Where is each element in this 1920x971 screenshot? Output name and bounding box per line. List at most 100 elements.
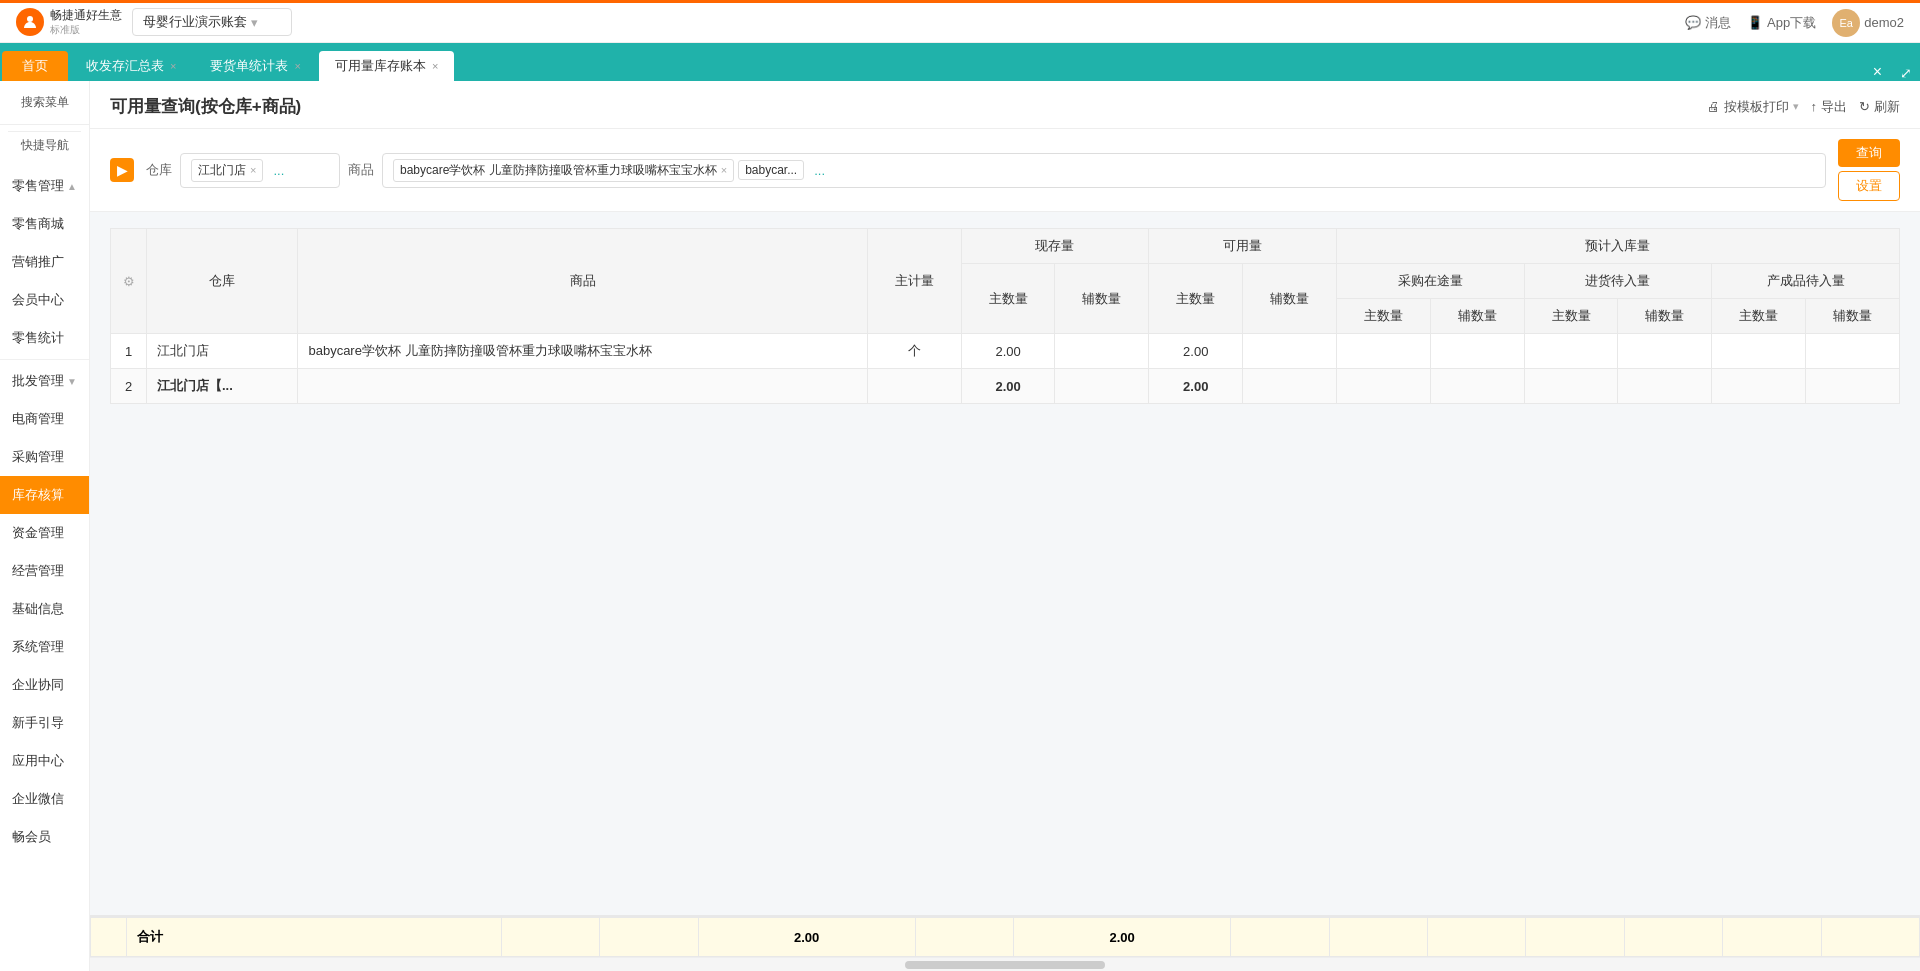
print-button[interactable]: 🖨 按模板打印 ▾ bbox=[1707, 98, 1799, 116]
sidebar-item-batch-mgmt[interactable]: 批发管理 ▼ bbox=[0, 362, 89, 400]
sidebar-item-business[interactable]: 经营管理 bbox=[0, 552, 89, 590]
footer-inbound-aux bbox=[1624, 918, 1722, 957]
scroll-thumb[interactable] bbox=[905, 961, 1105, 969]
row1-available-aux bbox=[1243, 334, 1337, 369]
row1-stock-main: 2.00 bbox=[961, 334, 1055, 369]
th-purchase-sub: 采购在途量 bbox=[1336, 264, 1524, 299]
app-action[interactable]: 📱 App下载 bbox=[1747, 14, 1816, 32]
sidebar-item-zero-stats[interactable]: 零售统计 bbox=[0, 319, 89, 357]
sidebar-item-ecommerce[interactable]: 电商管理 bbox=[0, 400, 89, 438]
th-product-aux: 辅数量 bbox=[1806, 299, 1900, 334]
sidebar-item-finance[interactable]: 资金管理 bbox=[0, 514, 89, 552]
export-button[interactable]: ↑ 导出 bbox=[1811, 98, 1848, 116]
row1-purchase-aux bbox=[1430, 334, 1524, 369]
sidebar-item-purchase[interactable]: 采购管理 bbox=[0, 438, 89, 476]
tab-order-close[interactable]: × bbox=[294, 60, 300, 72]
sidebar-menu: 零售管理 ▲ 零售商城 营销推广 会员中心 零售统计 批发管理 ▼ 电商管理 bbox=[0, 165, 89, 858]
footer-purchase-aux bbox=[1427, 918, 1525, 957]
sidebar-item-zero-retail-mgmt[interactable]: 零售管理 ▲ bbox=[0, 167, 89, 205]
search-menu-button[interactable]: 搜索菜单 bbox=[8, 89, 81, 116]
top-bar-right: 💬 消息 📱 App下载 Ea demo2 bbox=[1685, 9, 1904, 37]
th-inbound-sub: 进货待入量 bbox=[1524, 264, 1712, 299]
refresh-label: 刷新 bbox=[1874, 98, 1900, 116]
page-header: 可用量查询(按仓库+商品) 🖨 按模板打印 ▾ ↑ 导出 ↻ 刷新 bbox=[90, 81, 1920, 129]
sidebar-item-inventory-check[interactable]: 库存核算 bbox=[0, 476, 89, 514]
sidebar-item-new-guide[interactable]: 新手引导 bbox=[0, 704, 89, 742]
footer-label: 合计 bbox=[127, 918, 502, 957]
tab-inventory-close[interactable]: × bbox=[432, 60, 438, 72]
th-settings: ⚙ bbox=[111, 229, 147, 334]
product-more[interactable]: ... bbox=[808, 163, 831, 178]
top-bar: 畅捷通好生意 标准版 母婴行业演示账套 ▾ 💬 消息 📱 App下载 Ea de… bbox=[0, 3, 1920, 43]
collapse-button[interactable]: ▶ bbox=[110, 158, 134, 182]
close-all-tabs-button[interactable]: × bbox=[1863, 63, 1892, 81]
sidebar-item-system[interactable]: 系统管理 bbox=[0, 628, 89, 666]
account-selector[interactable]: 母婴行业演示账套 ▾ bbox=[132, 8, 292, 36]
row1-available-main: 2.00 bbox=[1149, 334, 1243, 369]
warehouse-tag-1[interactable]: 江北门店 × bbox=[191, 159, 263, 182]
th-available-main: 主数量 bbox=[1149, 264, 1243, 334]
sidebar-label-batch: 批发管理 bbox=[12, 372, 64, 390]
refresh-button[interactable]: ↻ 刷新 bbox=[1859, 98, 1900, 116]
sidebar-item-basic-info[interactable]: 基础信息 bbox=[0, 590, 89, 628]
footer-inbound-main bbox=[1526, 918, 1624, 957]
gear-icon[interactable]: ⚙ bbox=[123, 274, 135, 289]
sidebar-label-marketing: 营销推广 bbox=[12, 253, 64, 271]
footer-stock-main: 2.00 bbox=[698, 918, 915, 957]
footer-available-main: 2.00 bbox=[1014, 918, 1231, 957]
tab-order[interactable]: 要货单统计表 × bbox=[194, 51, 316, 81]
product-label: 商品 bbox=[348, 161, 374, 179]
row2-product bbox=[298, 369, 867, 404]
expand-button[interactable]: ⤢ bbox=[1892, 65, 1920, 81]
user-area[interactable]: Ea demo2 bbox=[1832, 9, 1904, 37]
tab-home[interactable]: 首页 bbox=[2, 51, 68, 81]
filter-group: 仓库 江北门店 × ... 商品 babycare学饮杯 儿童防摔防撞吸管杯重力… bbox=[146, 153, 1826, 188]
product-input[interactable]: babycare学饮杯 儿童防摔防撞吸管杯重力球吸嘴杯宝宝水杯 × babyca… bbox=[382, 153, 1826, 188]
refresh-icon: ↻ bbox=[1859, 99, 1870, 114]
sidebar-item-app-center[interactable]: 应用中心 bbox=[0, 742, 89, 780]
table-area: ⚙ 仓库 商品 主计量 现存量 可用量 预计入库量 主数量 辅数量 主数量 辅数… bbox=[90, 212, 1920, 915]
tab-collect[interactable]: 收发存汇总表 × bbox=[70, 51, 192, 81]
message-action[interactable]: 💬 消息 bbox=[1685, 14, 1731, 32]
product-tag-1[interactable]: babycare学饮杯 儿童防摔防撞吸管杯重力球吸嘴杯宝宝水杯 × bbox=[393, 159, 734, 182]
tab-collect-label: 收发存汇总表 bbox=[86, 57, 164, 75]
tab-home-label: 首页 bbox=[22, 57, 48, 75]
th-purchase-aux: 辅数量 bbox=[1430, 299, 1524, 334]
footer-product-aux bbox=[1821, 918, 1919, 957]
th-inbound-main: 主数量 bbox=[1524, 299, 1618, 334]
query-button[interactable]: 查询 bbox=[1838, 139, 1900, 167]
sidebar-item-member[interactable]: 畅会员 bbox=[0, 818, 89, 856]
sidebar-item-marketing[interactable]: 营销推广 bbox=[0, 243, 89, 281]
sidebar-item-enterprise[interactable]: 企业协同 bbox=[0, 666, 89, 704]
tab-collect-close[interactable]: × bbox=[170, 60, 176, 72]
sidebar-label-zero-retail: 零售管理 bbox=[12, 177, 64, 195]
horizontal-scrollbar[interactable] bbox=[90, 957, 1920, 971]
sidebar: 搜索菜单 快捷导航 零售管理 ▲ 零售商城 营销推广 会员中心 零售统计 bbox=[0, 81, 90, 971]
tab-inventory-label: 可用量库存账本 bbox=[335, 57, 426, 75]
avatar: Ea bbox=[1832, 9, 1860, 37]
tab-inventory[interactable]: 可用量库存账本 × bbox=[319, 51, 454, 81]
sidebar-item-zero-retail-mall[interactable]: 零售商城 bbox=[0, 205, 89, 243]
sidebar-label-new-guide: 新手引导 bbox=[12, 714, 64, 732]
logo-text: 畅捷通好生意 bbox=[50, 8, 122, 22]
row2-purchase-main bbox=[1336, 369, 1430, 404]
row2-available-main: 2.00 bbox=[1149, 369, 1243, 404]
row2-stock-main: 2.00 bbox=[961, 369, 1055, 404]
sidebar-item-member-center[interactable]: 会员中心 bbox=[0, 281, 89, 319]
th-available-aux: 辅数量 bbox=[1243, 264, 1337, 334]
sidebar-label-ecommerce: 电商管理 bbox=[12, 410, 64, 428]
product-tag-close-1[interactable]: × bbox=[721, 164, 727, 176]
product-tag-2[interactable]: babycar... bbox=[738, 160, 804, 180]
settings-button[interactable]: 设置 bbox=[1838, 171, 1900, 201]
sidebar-label-inventory: 库存核算 bbox=[12, 486, 64, 504]
logo-icon bbox=[16, 8, 44, 36]
row2-product-aux bbox=[1806, 369, 1900, 404]
row2-purchase-aux bbox=[1430, 369, 1524, 404]
warehouse-input[interactable]: 江北门店 × ... bbox=[180, 153, 340, 188]
row1-unit: 个 bbox=[867, 334, 961, 369]
warehouse-tag-close[interactable]: × bbox=[250, 164, 256, 176]
quick-nav-button[interactable]: 快捷导航 bbox=[8, 131, 81, 159]
row1-num: 1 bbox=[111, 334, 147, 369]
warehouse-more[interactable]: ... bbox=[267, 163, 290, 178]
sidebar-item-enterprise-wechat[interactable]: 企业微信 bbox=[0, 780, 89, 818]
